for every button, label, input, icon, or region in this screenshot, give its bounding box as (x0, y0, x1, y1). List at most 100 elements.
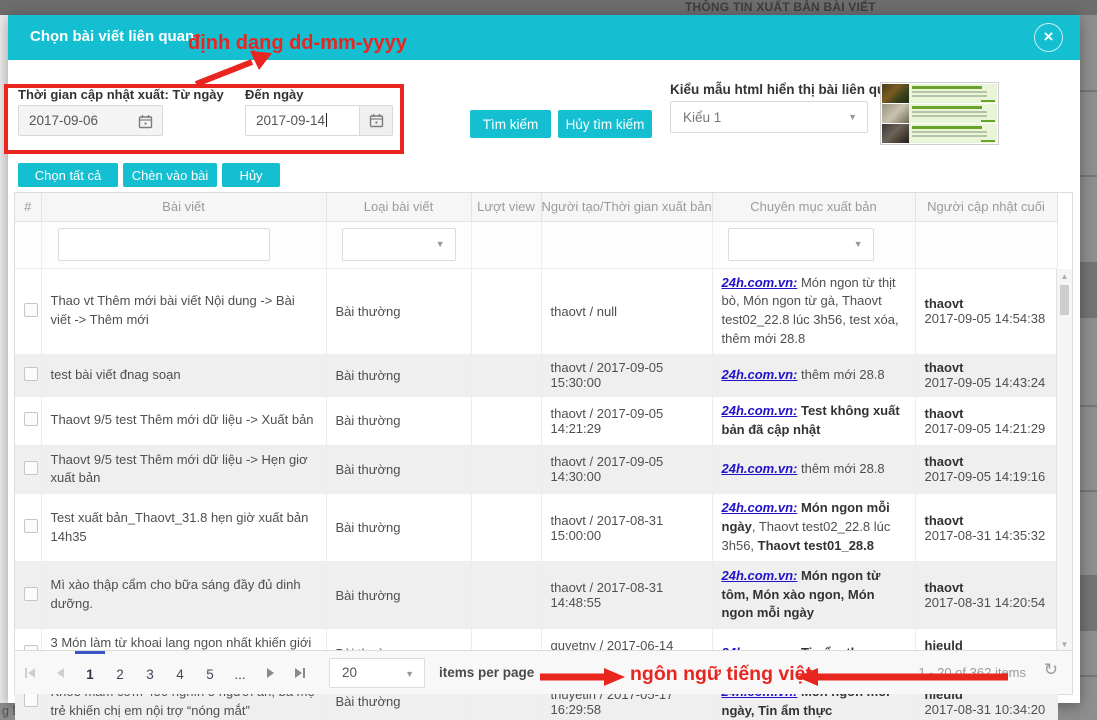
site-link[interactable]: 24h.com.vn: (722, 568, 798, 583)
page-number[interactable]: 3 (135, 651, 165, 694)
table-row: Mì xào thập cẩm cho bữa sáng đầy đủ dinh… (15, 561, 1058, 630)
row-checkbox[interactable] (24, 586, 38, 601)
updated-cell: thaovt 2017-09-05 14:43:24 (915, 354, 1058, 397)
calendar-icon[interactable] (359, 106, 392, 135)
updated-cell: thaovt 2017-09-05 14:54:38 (915, 268, 1058, 355)
date-from-label: Thời gian cập nhật xuất: Từ ngày (18, 87, 224, 102)
creator-cell: thaovt / 2017-09-05 14:30:00 (541, 445, 713, 495)
chevron-down-icon: ▼ (853, 239, 863, 249)
row-checkbox[interactable] (24, 519, 38, 534)
date-from-input[interactable]: 2017-09-06 (18, 105, 163, 136)
row-checkbox[interactable] (24, 460, 38, 475)
page-number[interactable]: 1 (75, 651, 105, 694)
views-cell (471, 268, 542, 355)
article-title-cell: Mì xào thập cẩm cho bữa sáng đầy đủ dinh… (41, 561, 327, 630)
article-type-cell: Bài thường (326, 445, 472, 495)
row-checkbox[interactable] (24, 302, 38, 317)
site-link[interactable]: 24h.com.vn: (722, 403, 798, 418)
creator-cell: thaovt / null (541, 268, 713, 355)
prev-page-icon[interactable] (45, 651, 75, 694)
table-row: Thaovt 9/5 test Thêm mới dữ liệu -> Xuất… (15, 396, 1058, 446)
insert-into-article-button[interactable]: Chèn vào bài (123, 163, 217, 187)
row-checkbox[interactable] (24, 693, 38, 708)
site-link[interactable]: 24h.com.vn: (722, 500, 798, 515)
chevron-down-icon: ▼ (405, 668, 414, 679)
column-header[interactable]: Người tạo/Thời gian xuất bản (541, 193, 713, 222)
grid-pager: 1 2 3 4 5... 20 ▼ items per page 1 - 20 of 3… (15, 650, 1072, 694)
site-link[interactable]: 24h.com.vn: (722, 275, 798, 290)
column-header[interactable]: Chuyên mục xuất bản (712, 193, 916, 222)
chevron-down-icon: ▼ (435, 239, 445, 249)
title-filter-input[interactable] (57, 228, 270, 261)
views-cell (471, 561, 542, 630)
scrollbar-thumb[interactable] (1060, 285, 1069, 315)
annotation-date-format: định dạng dd-mm-yyyy (188, 32, 407, 54)
article-type-cell: Bài thường (326, 396, 472, 446)
table-row: Test xuất bản_Thaovt_31.8 hẹn giờ xuất b… (15, 493, 1058, 562)
modal-header: Chọn bài viết liên quan × (8, 15, 1080, 60)
site-link[interactable]: 24h.com.vn: (722, 367, 798, 382)
background-right-strip (1080, 15, 1097, 720)
date-to-input[interactable]: 2017-09-14 (245, 105, 393, 136)
updated-cell: thaovt 2017-08-31 14:20:54 (915, 561, 1058, 630)
template-style-dropdown[interactable]: Kiểu 1 ▼ (670, 101, 868, 133)
row-checkbox[interactable] (24, 412, 38, 427)
template-style-label: Kiểu mẫu html hiển thị bài liên quan (670, 82, 902, 97)
updated-cell: thaovt 2017-09-05 14:21:29 (915, 396, 1058, 446)
page-number[interactable]: 4 (165, 651, 195, 694)
views-cell (471, 493, 542, 562)
category-cell: 24h.com.vn: thêm mới 28.8 (712, 354, 916, 397)
site-link[interactable]: 24h.com.vn: (722, 461, 798, 476)
column-header[interactable]: # (15, 193, 42, 222)
category-cell: 24h.com.vn: Món ngon mỗi ngày, Thaovt te… (712, 493, 916, 562)
items-per-page-label: items per page (439, 665, 535, 680)
articles-grid: # Bài viết Loại bài viết Lượt view Người tạo… (14, 192, 1073, 720)
last-page-icon[interactable] (285, 651, 315, 694)
views-cell (471, 445, 542, 495)
text-cursor (326, 113, 328, 127)
type-filter-dropdown[interactable]: ▼ (341, 228, 456, 261)
calendar-icon[interactable] (138, 114, 153, 132)
article-title-cell: Thaovt 9/5 test Thêm mới dữ liệu -> Hẹn … (41, 445, 327, 495)
date-from-value: 2017-09-06 (29, 113, 99, 128)
column-header[interactable]: Người cập nhật cuối (915, 193, 1058, 222)
pager-info: 1 - 20 of 362 items (918, 665, 1026, 680)
modal-title: Chọn bài viết liên quan (30, 28, 195, 45)
row-checkbox[interactable] (24, 366, 38, 381)
refresh-icon[interactable]: ↻ (1044, 660, 1058, 680)
grid-scrollbar[interactable]: ▲ ▼ (1056, 269, 1072, 652)
creator-cell: thaovt / 2017-08-31 15:00:00 (541, 493, 713, 562)
page-size-dropdown[interactable]: 20 ▼ (329, 657, 425, 688)
page-number[interactable]: ... (225, 651, 255, 694)
cancel-search-button[interactable]: Hủy tìm kiếm (558, 110, 652, 138)
annotation-language: ngôn ngữ tiếng việt (630, 663, 813, 685)
table-row: Thao vt Thêm mới bài viết Nội dung -> Bà… (15, 268, 1058, 355)
article-type-cell: Bài thường (326, 561, 472, 630)
search-button[interactable]: Tìm kiếm (470, 110, 551, 138)
template-style-value: Kiểu 1 (683, 110, 722, 125)
column-header[interactable]: Bài viết (41, 193, 327, 222)
next-page-icon[interactable] (255, 651, 285, 694)
cancel-button[interactable]: Hủy (222, 163, 280, 187)
background-left-sliver (0, 15, 8, 703)
updated-cell: thaovt 2017-08-31 14:35:32 (915, 493, 1058, 562)
first-page-icon[interactable] (15, 651, 45, 694)
article-title-cell: test bài viết đnag soạn (41, 354, 327, 397)
article-title-cell: Test xuất bản_Thaovt_31.8 hẹn giờ xuất b… (41, 493, 327, 562)
column-header[interactable]: Lượt view (471, 193, 542, 222)
scroll-down-icon[interactable]: ▼ (1057, 640, 1072, 649)
page-number[interactable]: 5 (195, 651, 225, 694)
category-cell: 24h.com.vn: Món ngon từ tôm, Món xào ngo… (712, 561, 916, 630)
related-articles-modal: Chọn bài viết liên quan × Thời gian cập … (8, 15, 1080, 720)
date-to-label: Đến ngày (245, 87, 304, 102)
creator-cell: thaovt / 2017-08-31 14:48:55 (541, 561, 713, 630)
category-filter-dropdown[interactable]: ▼ (727, 228, 874, 261)
close-icon[interactable]: × (1034, 23, 1063, 52)
column-header[interactable]: Loại bài viết (326, 193, 472, 222)
page-number[interactable]: 2 (105, 651, 135, 694)
scroll-up-icon[interactable]: ▲ (1057, 272, 1072, 281)
date-to-value: 2017-09-14 (256, 113, 326, 128)
page-size-value: 20 (342, 664, 358, 680)
table-row: test bài viết đnag soạn Bài thường thaovt … (15, 354, 1058, 397)
select-all-button[interactable]: Chọn tất cả (18, 163, 118, 187)
